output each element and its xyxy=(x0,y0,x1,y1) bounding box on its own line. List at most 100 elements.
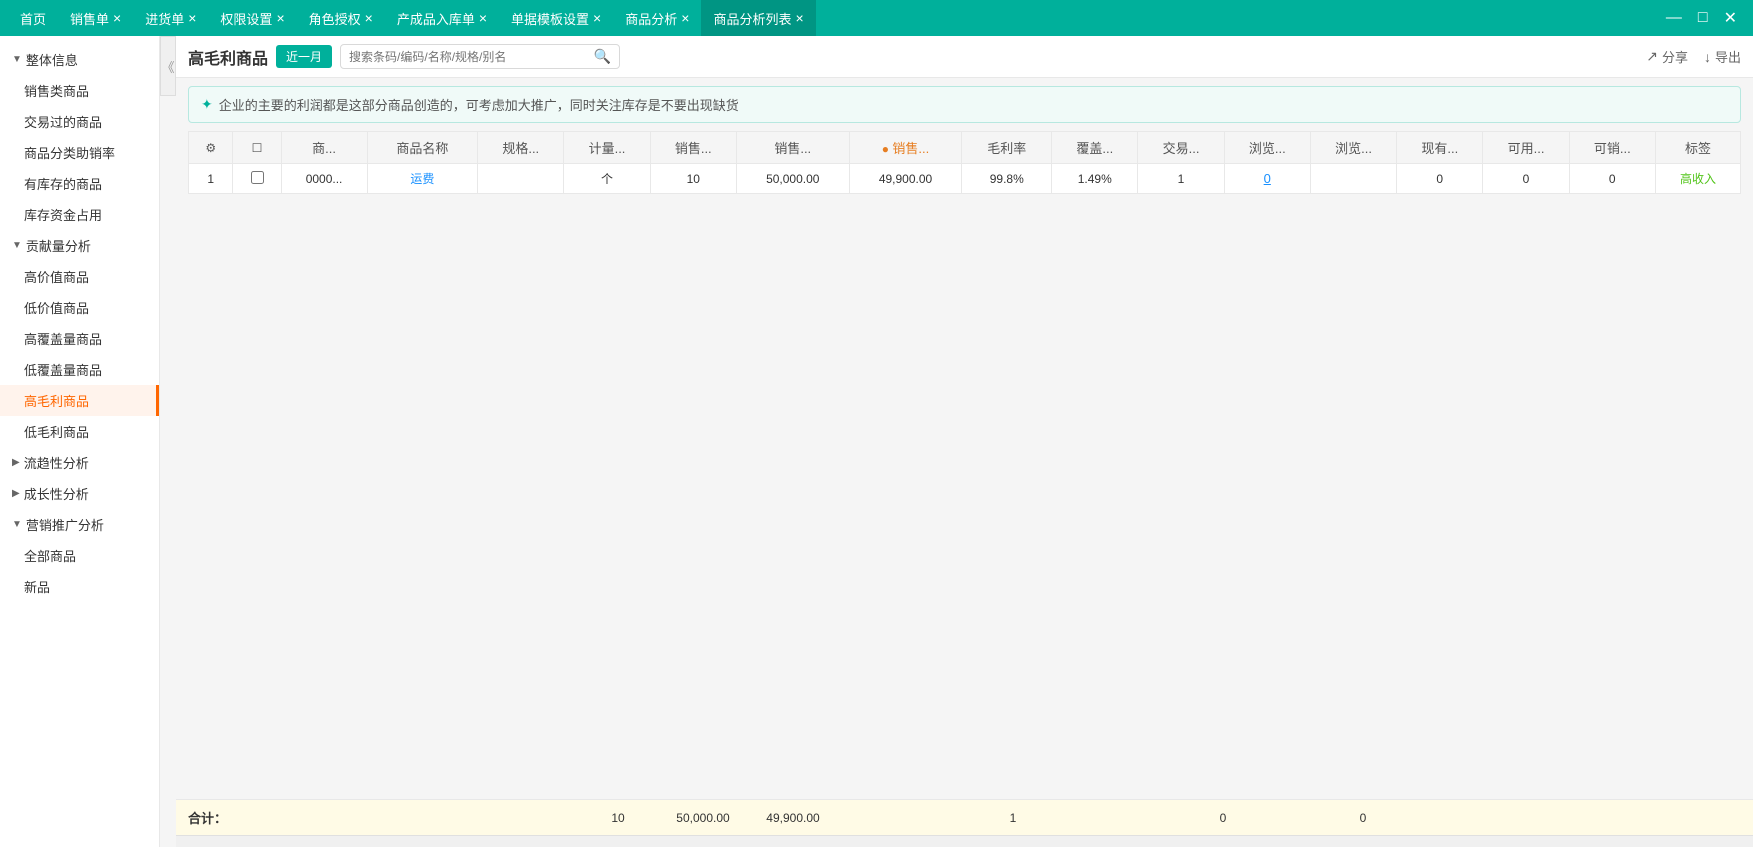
close-icon[interactable]: × xyxy=(479,11,487,25)
horizontal-scrollbar[interactable] xyxy=(176,835,1753,847)
footer-sales-amount: 50,000.00 xyxy=(658,811,748,825)
sidebar-item-high-coverage[interactable]: 高覆盖量商品 xyxy=(0,323,159,354)
nav-purchase[interactable]: 进货单 × xyxy=(133,0,208,36)
footer-current-stock: 0 xyxy=(1188,811,1258,825)
col-browse2: 浏览... xyxy=(1310,132,1396,164)
close-icon[interactable]: × xyxy=(681,11,689,25)
col-gross-rate: 毛利率 xyxy=(962,132,1052,164)
arrow-right-icon: ▶ xyxy=(12,488,20,499)
close-icon[interactable]: × xyxy=(188,11,196,25)
sidebar-item-new-goods[interactable]: 新品 xyxy=(0,571,159,602)
col-current-stock: 现有... xyxy=(1397,132,1483,164)
export-button[interactable]: ↓ 导出 xyxy=(1704,47,1741,66)
sidebar-item-category-rate[interactable]: 商品分类助销率 xyxy=(0,137,159,168)
close-icon[interactable]: × xyxy=(593,11,601,25)
sidebar-item-high-value[interactable]: 高价值商品 xyxy=(0,261,159,292)
page-title: 高毛利商品 xyxy=(188,45,268,69)
top-nav: 首页 销售单 × 进货单 × 权限设置 × 角色授权 × 产成品入库单 × 单据… xyxy=(0,0,1753,36)
search-input[interactable] xyxy=(349,50,590,64)
row-tag: 高收入 xyxy=(1655,164,1740,194)
row-available: 0 xyxy=(1483,164,1569,194)
table-wrapper: ⚙ ☐ 商... 商品名称 规格... 计量... 销售... 销售... ● … xyxy=(176,131,1753,799)
row-spec xyxy=(478,164,564,194)
sidebar-group-marketing[interactable]: ▼ 营销推广分析 xyxy=(0,509,159,540)
nav-role[interactable]: 角色授权 × xyxy=(297,0,385,36)
search-box[interactable]: 🔍 xyxy=(340,44,620,69)
row-checkbox[interactable] xyxy=(233,164,281,194)
data-table: ⚙ ☐ 商... 商品名称 规格... 计量... 销售... 销售... ● … xyxy=(188,131,1741,194)
nav-analysis-list[interactable]: 商品分析列表 × xyxy=(701,0,815,36)
row-sales-profit: 49,900.00 xyxy=(849,164,962,194)
footer-cells: 10 50,000.00 49,900.00 1 0 0 xyxy=(268,811,1741,825)
col-tag: 标签 xyxy=(1655,132,1740,164)
close-icon[interactable]: × xyxy=(276,11,284,25)
sidebar-item-in-stock[interactable]: 有库存的商品 xyxy=(0,168,159,199)
arrow-down-icon: ▼ xyxy=(12,240,22,251)
close-icon[interactable]: × xyxy=(365,11,373,25)
sidebar-item-low-value[interactable]: 低价值商品 xyxy=(0,292,159,323)
main-layout: ▼ 整体信息 销售类商品 交易过的商品 商品分类助销率 有库存的商品 库存资金占… xyxy=(0,36,1753,847)
sidebar-collapse-button[interactable]: 《 xyxy=(160,36,176,96)
nav-sales[interactable]: 销售单 × xyxy=(58,0,133,36)
sidebar-group-contribution[interactable]: ▼ 贡献量分析 xyxy=(0,230,159,261)
row-browse1[interactable]: 0 xyxy=(1224,164,1310,194)
col-code: 商... xyxy=(281,132,367,164)
sidebar-group-overall[interactable]: ▼ 整体信息 xyxy=(0,44,159,75)
sidebar-item-high-margin[interactable]: 高毛利商品 xyxy=(0,385,159,416)
row-current-stock: 0 xyxy=(1397,164,1483,194)
footer-label: 合计： xyxy=(188,808,268,827)
footer-sales-profit: 49,900.00 xyxy=(748,811,838,825)
nav-template[interactable]: 单据模板设置 × xyxy=(499,0,613,36)
col-spec: 规格... xyxy=(478,132,564,164)
col-unit: 计量... xyxy=(564,132,650,164)
row-sales-qty: 10 xyxy=(650,164,736,194)
sidebar-item-low-coverage[interactable]: 低覆盖量商品 xyxy=(0,354,159,385)
share-icon: ↗ xyxy=(1646,48,1658,65)
row-coverage: 1.49% xyxy=(1052,164,1138,194)
col-transaction: 交易... xyxy=(1138,132,1224,164)
col-sales-profit: ● 销售... xyxy=(849,132,962,164)
close-icon[interactable]: × xyxy=(113,11,121,25)
nav-analysis[interactable]: 商品分析 × xyxy=(613,0,701,36)
row-gross-rate: 99.8% xyxy=(962,164,1052,194)
sidebar-item-low-margin[interactable]: 低毛利商品 xyxy=(0,416,159,447)
row-unit: 个 xyxy=(564,164,650,194)
footer-bar: 合计： 10 50,000.00 49,900.00 1 0 0 xyxy=(176,799,1753,835)
nav-permission[interactable]: 权限设置 × xyxy=(208,0,296,36)
sidebar-item-stock-capital[interactable]: 库存资金占用 xyxy=(0,199,159,230)
sidebar-group-growth[interactable]: ▶ 成长性分析 xyxy=(0,478,159,509)
row-checkbox-input[interactable] xyxy=(251,171,264,184)
arrow-right-icon: ▶ xyxy=(12,457,20,468)
col-name: 商品名称 xyxy=(367,132,478,164)
row-name[interactable]: 运费 xyxy=(367,164,478,194)
period-button[interactable]: 近一月 xyxy=(276,45,332,68)
col-sales-amount: 销售... xyxy=(736,132,849,164)
sidebar-item-traded-goods[interactable]: 交易过的商品 xyxy=(0,106,159,137)
export-icon: ↓ xyxy=(1704,49,1711,65)
nav-production[interactable]: 产成品入库单 × xyxy=(385,0,499,36)
footer-sellable: 0 xyxy=(1328,811,1398,825)
search-icon[interactable]: 🔍 xyxy=(594,48,611,65)
share-button[interactable]: ↗ 分享 xyxy=(1646,47,1688,66)
content-area: 高毛利商品 近一月 🔍 ↗ 分享 ↓ 导出 ✦ 企业的主要的利润都是这部分商品创… xyxy=(176,36,1753,847)
sidebar-item-all-goods[interactable]: 全部商品 xyxy=(0,540,159,571)
close-button[interactable]: ✕ xyxy=(1716,8,1745,28)
header-actions: ↗ 分享 ↓ 导出 xyxy=(1646,47,1741,66)
col-settings[interactable]: ⚙ xyxy=(189,132,233,164)
row-code: 0000... xyxy=(281,164,367,194)
tip-bar: ✦ 企业的主要的利润都是这部分商品创造的，可考虑加大推广，同时关注库存是不要出现… xyxy=(188,86,1741,123)
footer-sales-qty: 10 xyxy=(578,811,658,825)
arrow-down-icon: ▼ xyxy=(12,54,22,65)
content-header: 高毛利商品 近一月 🔍 ↗ 分享 ↓ 导出 xyxy=(176,36,1753,78)
nav-home[interactable]: 首页 xyxy=(8,0,58,36)
col-checkbox[interactable]: ☐ xyxy=(233,132,281,164)
arrow-down-icon: ▼ xyxy=(12,519,22,530)
sidebar-item-sales-goods[interactable]: 销售类商品 xyxy=(0,75,159,106)
sidebar: ▼ 整体信息 销售类商品 交易过的商品 商品分类助销率 有库存的商品 库存资金占… xyxy=(0,36,160,847)
minimize-button[interactable]: — xyxy=(1658,9,1690,27)
col-browse1: 浏览... xyxy=(1224,132,1310,164)
sidebar-group-trend[interactable]: ▶ 流趋性分析 xyxy=(0,447,159,478)
row-sellable: 0 xyxy=(1569,164,1655,194)
close-icon[interactable]: × xyxy=(795,11,803,25)
maximize-button[interactable]: □ xyxy=(1690,9,1716,27)
